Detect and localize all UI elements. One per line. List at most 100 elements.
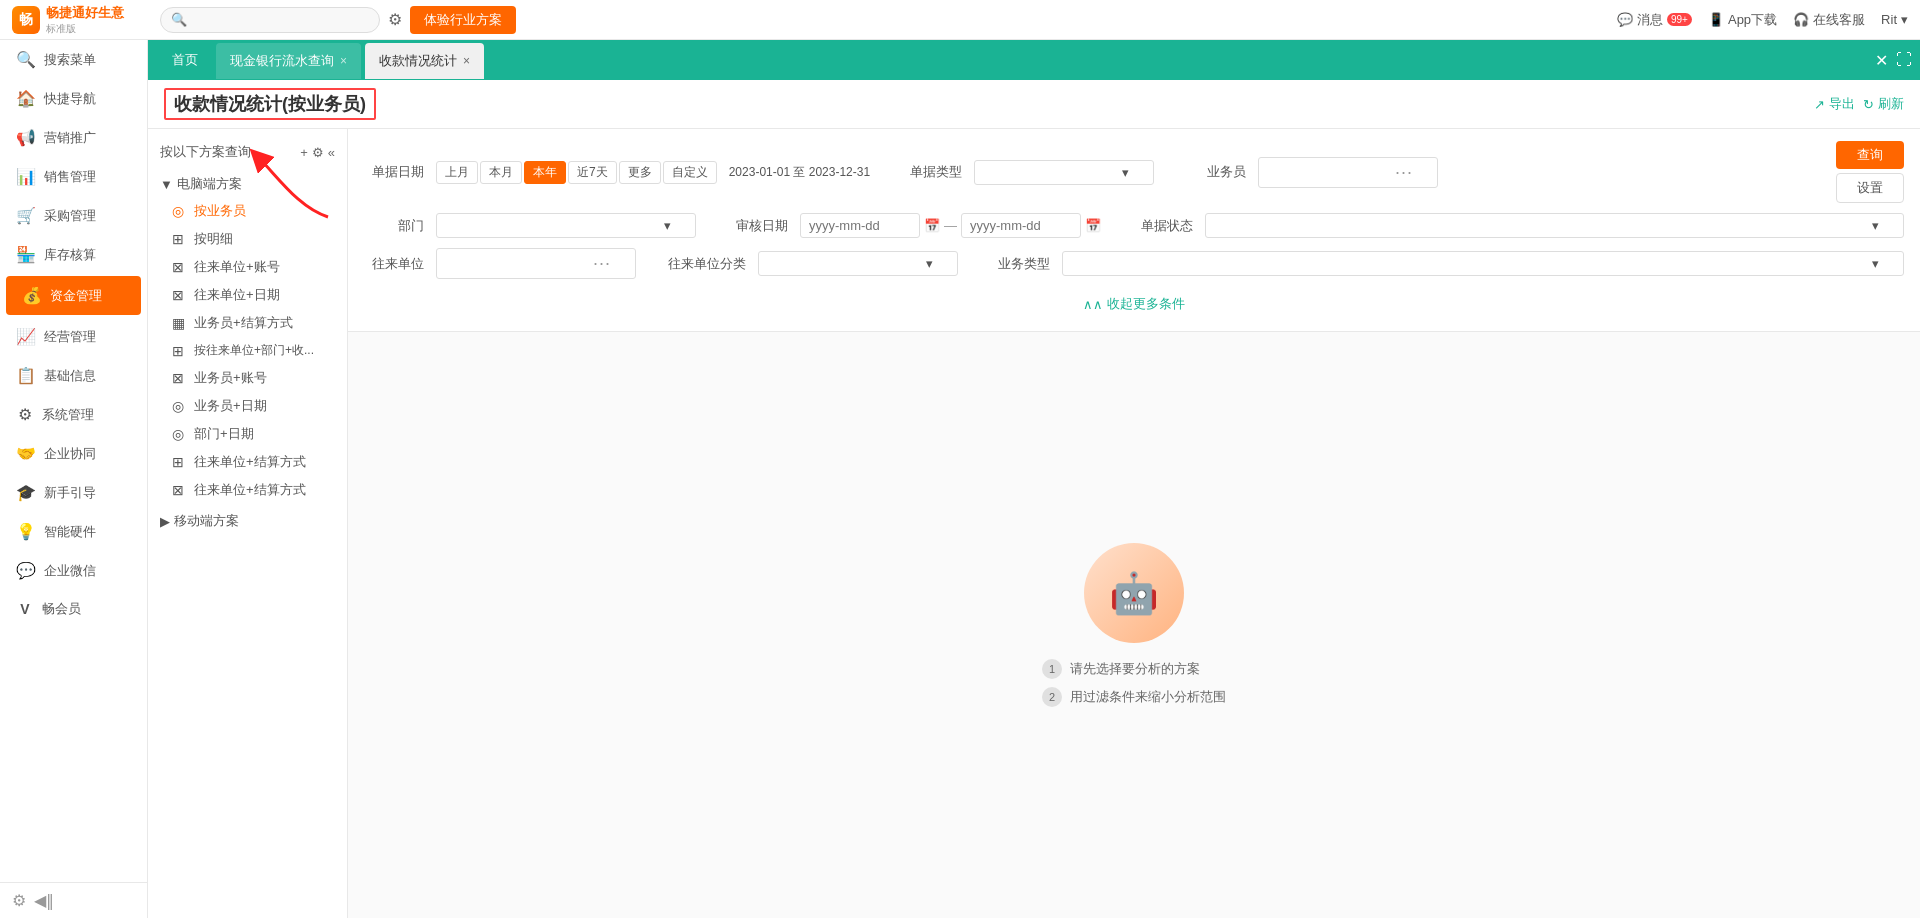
dept-select[interactable]: ▾ [436,213,696,238]
message-badge: 99+ [1667,13,1692,26]
sidebar-item-collab[interactable]: 🤝 企业协同 [0,434,147,473]
scheme-item-0[interactable]: ◎ 按业务员 [148,197,347,225]
inventory-icon: 🏪 [16,245,36,264]
tab-bank-flow[interactable]: 现金银行流水查询 × [216,43,361,79]
scheme-group-pc-title[interactable]: ▼ 电脑端方案 [148,171,347,197]
empty-robot-icon: 🤖 [1084,543,1184,643]
wxwork-icon: 💬 [16,561,36,580]
biz-type-select[interactable]: ▾ [1062,251,1904,276]
user-item[interactable]: Rit ▾ [1881,12,1908,27]
app-download-item[interactable]: 📱 App下载 [1708,11,1777,29]
scheme-icon-6: ⊠ [172,370,188,386]
collapse-button[interactable]: ∧∧ 收起更多条件 [1083,289,1185,319]
calendar-icon-end[interactable]: 📅 [1085,218,1101,233]
step-2-text: 用过滤条件来缩小分析范围 [1070,688,1226,706]
doc-type-label: 单据类型 [902,163,962,181]
app-download-label: App下载 [1728,11,1777,29]
tab-close-all-icon[interactable]: ✕ [1875,51,1888,70]
scheme-item-2[interactable]: ⊠ 往来单位+账号 [148,253,347,281]
partner-select[interactable]: ··· [436,248,636,279]
dots-btn-partner[interactable]: ··· [593,253,611,274]
settings-icon[interactable]: ⚙ [388,10,402,29]
salesperson-select[interactable]: ··· [1258,157,1438,188]
date-tab-7days[interactable]: 近7天 [568,161,617,184]
main-content: 按以下方案查询 + ⚙ « [148,129,1920,918]
tab-home[interactable]: 首页 [156,40,214,80]
tab-maximize-icon[interactable]: ⛶ [1896,51,1912,69]
footer-settings-icon[interactable]: ⚙ [12,891,26,910]
scheme-item-10[interactable]: ⊠ 往来单位+结算方式 [148,476,347,504]
calendar-icon-start[interactable]: 📅 [924,218,940,233]
panel-collapse-icon[interactable]: « [328,145,335,160]
scheme-group-mobile-label: 移动端方案 [174,512,239,530]
scheme-item-4[interactable]: ▦ 业务员+结算方式 [148,309,347,337]
sidebar-item-marketing[interactable]: 📢 营销推广 [0,118,147,157]
date-tab-custom[interactable]: 自定义 [663,161,717,184]
scheme-item-6[interactable]: ⊠ 业务员+账号 [148,364,347,392]
scheme-label-1: 按明细 [194,230,233,248]
empty-step-1: 1 请先选择要分析的方案 [1042,659,1226,679]
review-date-end[interactable] [961,213,1081,238]
export-button[interactable]: ↗ 导出 [1814,95,1855,113]
doc-status-select[interactable]: ▾ [1205,213,1904,238]
sidebar-item-basicinfo[interactable]: 📋 基础信息 [0,356,147,395]
sidebar-label-finance: 资金管理 [50,287,102,305]
scheme-settings-icon[interactable]: ⚙ [312,145,324,160]
tab-bank-flow-close[interactable]: × [340,54,347,68]
scheme-item-3[interactable]: ⊠ 往来单位+日期 [148,281,347,309]
scheme-item-1[interactable]: ⊞ 按明细 [148,225,347,253]
collapse-label: 收起更多条件 [1107,295,1185,313]
sidebar-item-inventory[interactable]: 🏪 库存核算 [0,235,147,274]
home-icon: 🏠 [16,89,36,108]
dots-btn-salesperson[interactable]: ··· [1395,162,1413,183]
online-service-item[interactable]: 🎧 在线客服 [1793,11,1865,29]
top-bar: 畅 畅捷通好生意 标准版 🔍 ⚙ 体验行业方案 💬 消息 99+ 📱 App下载… [0,0,1920,40]
sidebar-item-purchase[interactable]: 🛒 采购管理 [0,196,147,235]
sidebar-item-hardware[interactable]: 💡 智能硬件 [0,512,147,551]
salesperson-label: 业务员 [1186,163,1246,181]
scheme-item-9[interactable]: ⊞ 往来单位+结算方式 [148,448,347,476]
sidebar-item-member[interactable]: V 畅会员 [0,590,147,628]
query-button[interactable]: 查询 [1836,141,1904,169]
sidebar-item-sales[interactable]: 📊 销售管理 [0,157,147,196]
filter-row-3: 往来单位 ··· 往来单位分类 ▾ 业务类型 ▾ [364,248,1904,279]
scheme-icon-2: ⊠ [172,259,188,275]
refresh-button[interactable]: ↻ 刷新 [1863,95,1904,113]
date-tab-thisyear[interactable]: 本年 [524,161,566,184]
doc-type-select[interactable]: ▾ [974,160,1154,185]
tab-bank-flow-label: 现金银行流水查询 [230,52,334,70]
date-filter-control: 上月 本月 本年 近7天 更多 自定义 2023-01-01 至 2023-12… [436,161,870,184]
scheme-group-mobile-title[interactable]: ▶ 移动端方案 [148,508,347,534]
review-date-label: 审核日期 [728,217,788,235]
add-scheme-icon[interactable]: + [300,145,308,160]
sidebar-item-search[interactable]: 🔍 搜索菜单 [0,40,147,79]
trial-button[interactable]: 体验行业方案 [410,6,516,34]
scheme-icon-0: ◎ [172,203,188,219]
panel-header: 按以下方案查询 + ⚙ « [148,137,347,167]
date-tab-lastmonth[interactable]: 上月 [436,161,478,184]
date-tab-thismonth[interactable]: 本月 [480,161,522,184]
review-date-start[interactable] [800,213,920,238]
tab-receivable-stats[interactable]: 收款情况统计 × [365,43,484,79]
footer-collapse-icon[interactable]: ◀‖ [34,891,54,910]
sidebar-item-operations[interactable]: 📈 经营管理 [0,317,147,356]
top-search[interactable]: 🔍 [160,7,380,33]
user-name: Rit [1881,12,1897,27]
scheme-item-5[interactable]: ⊞ 按往来单位+部门+收... [148,337,347,364]
sidebar-item-quicknav[interactable]: 🏠 快捷导航 [0,79,147,118]
scheme-label-3: 往来单位+日期 [194,286,280,304]
message-item[interactable]: 💬 消息 99+ [1617,11,1692,29]
sidebar-item-system[interactable]: ⚙ 系统管理 [0,395,147,434]
main-layout: 🔍 搜索菜单 🏠 快捷导航 📢 营销推广 📊 销售管理 🛒 采购管理 🏪 库存核… [0,40,1920,918]
sidebar-item-wxwork[interactable]: 💬 企业微信 [0,551,147,590]
chevron-down-icon: ▾ [1901,12,1908,27]
settings-button[interactable]: 设置 [1836,173,1904,203]
date-tab-more[interactable]: 更多 [619,161,661,184]
scheme-item-7[interactable]: ◎ 业务员+日期 [148,392,347,420]
sidebar-item-finance[interactable]: 💰 资金管理 [6,276,141,315]
partner-category-select[interactable]: ▾ [758,251,958,276]
scheme-item-8[interactable]: ◎ 部门+日期 [148,420,347,448]
logo: 畅 畅捷通好生意 标准版 [12,4,152,36]
sidebar-item-guide[interactable]: 🎓 新手引导 [0,473,147,512]
tab-receivable-stats-close[interactable]: × [463,54,470,68]
